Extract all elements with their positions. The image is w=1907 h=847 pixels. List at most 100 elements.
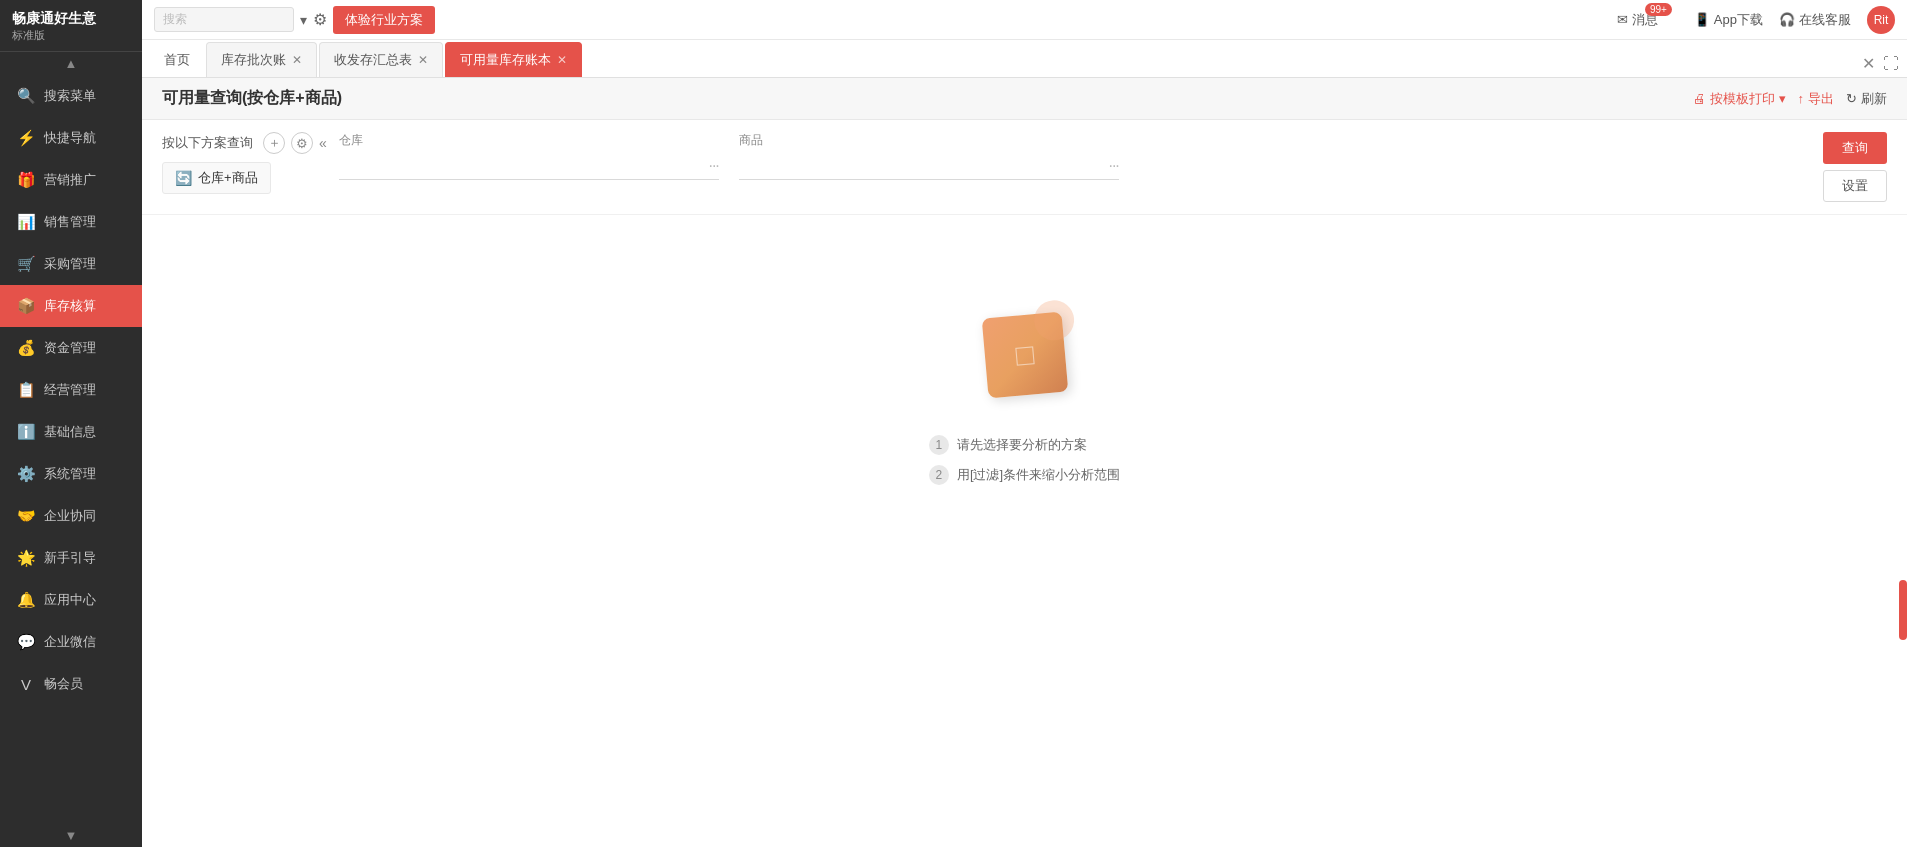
tab-available-ledger[interactable]: 可用量库存账本 ✕ [445,42,582,77]
cube-face-icon: □ [1014,337,1035,372]
enterprise-icon: 🤝 [16,507,36,525]
version-label: 标准版 [12,28,130,43]
sidebar-item-enterprise[interactable]: 🤝 企业协同 [0,495,142,537]
sidebar-item-marketing-label: 营销推广 [44,171,96,189]
message-badge: 99+ [1645,3,1672,16]
sidebar-item-quick-nav-label: 快捷导航 [44,129,96,147]
tabbar-right: ✕ ⛶ [1862,54,1899,77]
wechat-icon: 💬 [16,633,36,651]
product-filter-field: 商品 ··· [739,132,1119,180]
hint-num-2: 2 [929,465,949,485]
sidebar-item-sales[interactable]: 📊 销售管理 [0,201,142,243]
print-button[interactable]: 🖨 按模板打印 ▾ [1693,90,1786,108]
sidebar-item-wechat[interactable]: 💬 企业微信 [0,621,142,663]
filter-collapse-button[interactable]: « [319,135,327,151]
right-scrollbar[interactable] [1899,580,1907,640]
main-area: 搜索 ▾ ⚙ 体验行业方案 ✉ 消息 99+ 📱 App下载 🎧 在线客服 Ri… [142,0,1907,847]
empty-hint-2: 2 用[过滤]条件来缩小分析范围 [929,465,1120,485]
sidebar-item-basic[interactable]: ℹ️ 基础信息 [0,411,142,453]
sidebar-item-apps[interactable]: 🔔 应用中心 [0,579,142,621]
sidebar-item-operation-label: 经营管理 [44,381,96,399]
finance-icon: 💰 [16,339,36,357]
topbar-gear-button[interactable]: ⚙ [313,10,327,29]
tab-receive-summary-close[interactable]: ✕ [418,53,428,67]
page-actions: 🖨 按模板打印 ▾ ↑ 导出 ↻ 刷新 [1693,90,1888,108]
settings-button[interactable]: 设置 [1823,170,1887,202]
warehouse-dots-button[interactable]: ··· [708,157,718,175]
sidebar-logo: 畅康通好生意 标准版 [0,0,142,52]
vip-icon: V [16,676,36,693]
query-button[interactable]: 查询 [1823,132,1887,164]
quick-nav-icon: ⚡ [16,129,36,147]
tab-home[interactable]: 首页 [150,43,204,77]
sidebar-item-sales-label: 销售管理 [44,213,96,231]
warehouse-input[interactable] [339,159,705,174]
sidebar-item-system[interactable]: ⚙️ 系统管理 [0,453,142,495]
app-download-icon: 📱 [1694,12,1710,27]
online-service-button[interactable]: 🎧 在线客服 [1779,11,1851,29]
online-service-label: 在线客服 [1799,11,1851,29]
marketing-icon: 🎁 [16,171,36,189]
empty-illustration: □ [965,295,1085,415]
sidebar-item-finance[interactable]: 💰 资金管理 [0,327,142,369]
tab-available-ledger-label: 可用量库存账本 [460,51,551,69]
product-dots-button[interactable]: ··· [1108,157,1118,175]
purchase-icon: 🛒 [16,255,36,273]
tabbar-expand-button[interactable]: ⛶ [1883,55,1899,73]
app-download-label: App下载 [1714,11,1763,29]
filter-add-button[interactable]: ＋ [263,132,285,154]
message-button[interactable]: ✉ 消息 99+ [1617,11,1658,29]
sidebar-item-guide-label: 新手引导 [44,549,96,567]
btn-group: 查询 设置 [1823,132,1887,202]
sidebar-item-operation[interactable]: 📋 经营管理 [0,369,142,411]
sidebar-scroll-up[interactable]: ▲ [0,52,142,75]
tabbar-close-all-button[interactable]: ✕ [1862,54,1875,73]
sidebar-item-quick-nav[interactable]: ⚡ 快捷导航 [0,117,142,159]
inventory-icon: 📦 [16,297,36,315]
filter-settings-button[interactable]: ⚙ [291,132,313,154]
sidebar-item-vip[interactable]: V 畅会员 [0,663,142,705]
sidebar-item-search[interactable]: 🔍 搜索菜单 [0,75,142,117]
tab-receive-summary-label: 收发存汇总表 [334,51,412,69]
sidebar-item-finance-label: 资金管理 [44,339,96,357]
sidebar-item-marketing[interactable]: 🎁 营销推广 [0,159,142,201]
tab-batch-ledger-close[interactable]: ✕ [292,53,302,67]
tab-batch-ledger[interactable]: 库存批次账 ✕ [206,42,317,77]
user-avatar[interactable]: Rit [1867,6,1895,34]
scheme-item[interactable]: 🔄 仓库+商品 [162,162,271,194]
sidebar-item-search-label: 搜索菜单 [44,87,96,105]
refresh-icon: ↻ [1846,91,1857,106]
sidebar-item-vip-label: 畅会员 [44,675,83,693]
filter-fields: 仓库 ··· 商品 ··· [339,132,1811,180]
filter-panel: 按以下方案查询 ＋ ⚙ « 🔄 仓库+商品 仓库 ··· [142,120,1907,215]
tab-receive-summary[interactable]: 收发存汇总表 ✕ [319,42,443,77]
topbar-dropdown-button[interactable]: ▾ [300,12,307,28]
sidebar-item-wechat-label: 企业微信 [44,633,96,651]
sidebar: 畅康通好生意 标准版 ▲ 🔍 搜索菜单 ⚡ 快捷导航 🎁 营销推广 📊 销售管理… [0,0,142,847]
export-icon: ↑ [1798,91,1805,106]
product-input[interactable] [739,159,1105,174]
page-content: 可用量查询(按仓库+商品) 🖨 按模板打印 ▾ ↑ 导出 ↻ 刷新 [142,78,1907,847]
service-icon: 🎧 [1779,12,1795,27]
topbar-industry-button[interactable]: 体验行业方案 [333,6,435,34]
tab-available-ledger-close[interactable]: ✕ [557,53,567,67]
empty-state: □ 1 请先选择要分析的方案 2 用[过滤]条件来缩小分析范围 [142,215,1907,565]
sidebar-item-guide[interactable]: 🌟 新手引导 [0,537,142,579]
sidebar-scroll-down[interactable]: ▼ [0,824,142,847]
system-icon: ⚙️ [16,465,36,483]
refresh-button[interactable]: ↻ 刷新 [1846,90,1887,108]
scheme-icon: 🔄 [175,170,192,186]
sales-icon: 📊 [16,213,36,231]
sidebar-item-inventory[interactable]: 📦 库存核算 [0,285,142,327]
print-icon: 🖨 [1693,91,1706,106]
sidebar-menu: 🔍 搜索菜单 ⚡ 快捷导航 🎁 营销推广 📊 销售管理 🛒 采购管理 📦 库存核… [0,75,142,824]
topbar-search-box: 搜索 [154,7,294,32]
warehouse-filter-field: 仓库 ··· [339,132,719,180]
sidebar-item-apps-label: 应用中心 [44,591,96,609]
export-button[interactable]: ↑ 导出 [1798,90,1835,108]
tab-batch-ledger-label: 库存批次账 [221,51,286,69]
sidebar-item-purchase[interactable]: 🛒 采购管理 [0,243,142,285]
app-download-button[interactable]: 📱 App下载 [1694,11,1763,29]
basic-icon: ℹ️ [16,423,36,441]
print-label: 按模板打印 [1710,90,1775,108]
